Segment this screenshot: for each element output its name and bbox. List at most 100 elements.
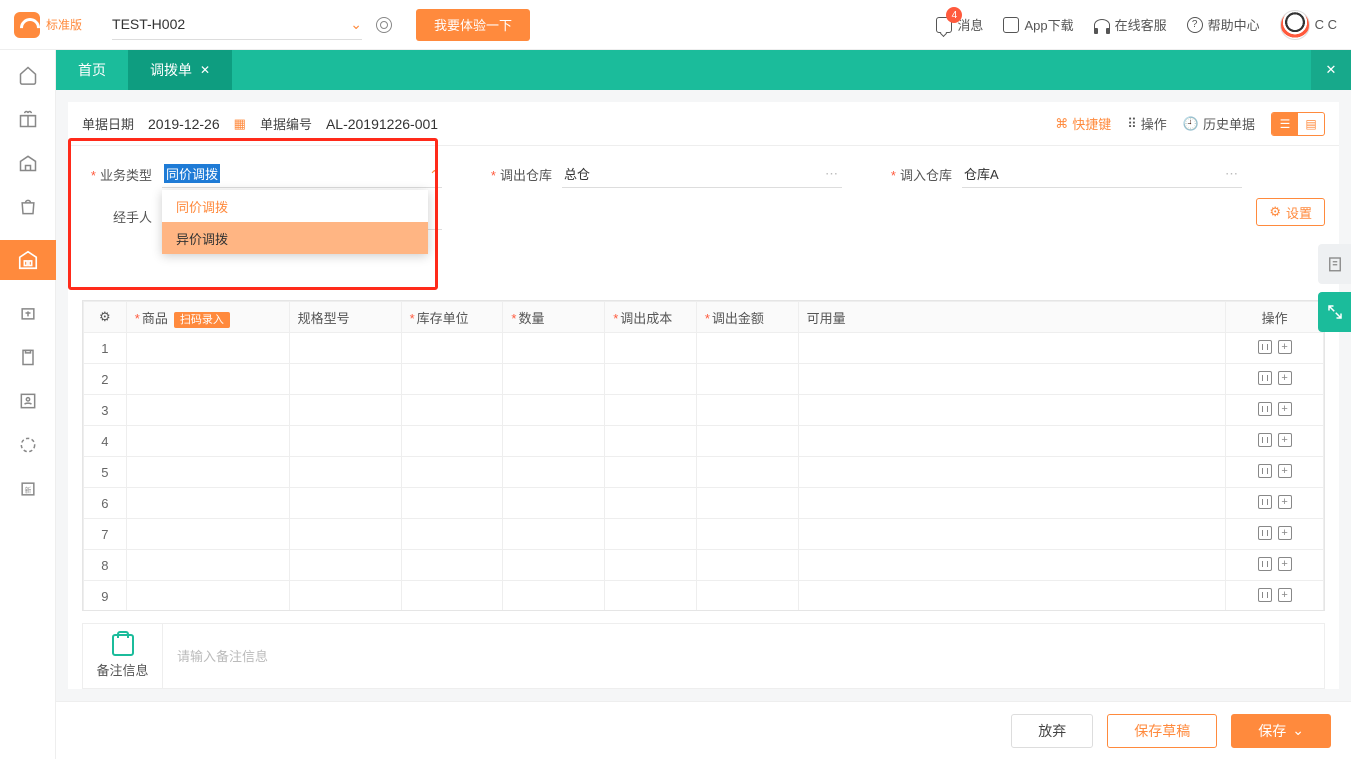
- delete-row-icon[interactable]: [1258, 495, 1272, 509]
- table-gear-header[interactable]: ⚙: [84, 302, 127, 333]
- biz-type-label: 业务类型: [82, 165, 152, 184]
- delete-row-icon[interactable]: [1258, 557, 1272, 571]
- delete-row-icon[interactable]: [1258, 433, 1272, 447]
- delete-row-icon[interactable]: [1258, 526, 1272, 540]
- row-number: 5: [84, 457, 127, 488]
- phone-icon: [1003, 17, 1019, 33]
- trial-button[interactable]: 我要体验一下: [416, 9, 530, 41]
- help-icon: ?: [1187, 17, 1203, 33]
- sidebar-money-icon[interactable]: [17, 302, 39, 324]
- float-tab-doc-icon[interactable]: [1318, 244, 1351, 284]
- table-row[interactable]: 7: [84, 519, 1324, 550]
- save-draft-button[interactable]: 保存草稿: [1107, 714, 1217, 748]
- doc-no-value: AL-20191226-001: [326, 116, 438, 132]
- right-float-tabs: [1318, 244, 1351, 332]
- delete-row-icon[interactable]: [1258, 464, 1272, 478]
- copy-row-icon[interactable]: [1278, 402, 1292, 416]
- calendar-icon[interactable]: ▦: [234, 116, 246, 132]
- top-right-links: 4 消息 App下载 在线客服 ? 帮助中心 C C: [936, 10, 1337, 40]
- user-name: C C: [1315, 17, 1337, 32]
- org-selector-value: TEST-H002: [112, 16, 185, 32]
- in-wh-label: 调入仓库: [882, 165, 952, 184]
- remark-input[interactable]: [163, 624, 1324, 688]
- dropdown-option-same-price[interactable]: 同价调拨: [162, 190, 428, 222]
- table-row[interactable]: 5: [84, 457, 1324, 488]
- sidebar-inventory-icon[interactable]: [0, 240, 56, 280]
- help-center-link[interactable]: ? 帮助中心: [1187, 15, 1260, 34]
- sidebar-home-icon[interactable]: [17, 64, 39, 86]
- row-op-cell: [1226, 426, 1324, 457]
- discard-button[interactable]: 放弃: [1011, 714, 1093, 748]
- sidebar-warehouse-icon[interactable]: [17, 152, 39, 174]
- copy-row-icon[interactable]: [1278, 588, 1292, 602]
- sidebar-clipboard-icon[interactable]: [17, 346, 39, 368]
- more-icon: ⋯: [1225, 166, 1240, 182]
- view-grid-icon[interactable]: ▤: [1298, 113, 1324, 135]
- doc-date-label: 单据日期: [82, 114, 134, 133]
- table-row[interactable]: 3: [84, 395, 1324, 426]
- out-wh-select[interactable]: 总仓 ⋯: [562, 160, 842, 188]
- delete-row-icon[interactable]: [1258, 340, 1272, 354]
- sidebar-bag-icon[interactable]: [17, 196, 39, 218]
- remark-panel: 备注信息: [82, 623, 1325, 689]
- save-button[interactable]: 保存 ⌄: [1231, 714, 1331, 748]
- scan-badge[interactable]: 扫码录入: [174, 312, 230, 328]
- tab-home-label: 首页: [78, 60, 106, 80]
- table-row[interactable]: 9: [84, 581, 1324, 612]
- sidebar-new-icon[interactable]: 新: [17, 478, 39, 500]
- table-row[interactable]: 8: [84, 550, 1324, 581]
- row-op-cell: [1226, 550, 1324, 581]
- copy-row-icon[interactable]: [1278, 371, 1292, 385]
- delete-row-icon[interactable]: [1258, 371, 1272, 385]
- sidebar-contact-icon[interactable]: [17, 390, 39, 412]
- gear-icon[interactable]: [376, 17, 392, 33]
- sidebar-loading-icon[interactable]: [17, 434, 39, 456]
- col-unit: 库存单位: [401, 302, 503, 333]
- view-list-icon[interactable]: ☰: [1272, 113, 1298, 135]
- table-row[interactable]: 4: [84, 426, 1324, 457]
- history-link[interactable]: 🕘 历史单据: [1183, 114, 1255, 133]
- settings-button[interactable]: ⚙ 设置: [1256, 198, 1325, 226]
- close-icon[interactable]: ✕: [200, 63, 210, 77]
- copy-row-icon[interactable]: [1278, 433, 1292, 447]
- row-op-cell: [1226, 519, 1324, 550]
- doc-date-value[interactable]: 2019-12-26: [148, 116, 220, 132]
- row-number: 6: [84, 488, 127, 519]
- copy-row-icon[interactable]: [1278, 526, 1292, 540]
- biz-type-dropdown: 同价调拨 异价调拨: [162, 190, 428, 254]
- note-icon: [112, 634, 134, 656]
- col-out-amount: 调出金额: [696, 302, 798, 333]
- tab-transfer-order[interactable]: 调拨单 ✕: [128, 50, 232, 90]
- delete-row-icon[interactable]: [1258, 402, 1272, 416]
- delete-row-icon[interactable]: [1258, 588, 1272, 602]
- copy-row-icon[interactable]: [1278, 340, 1292, 354]
- tab-home[interactable]: 首页: [56, 50, 128, 90]
- app-download-link[interactable]: App下载: [1003, 15, 1073, 34]
- biz-type-select[interactable]: 同价调拨 ⌄: [162, 160, 442, 188]
- close-all-tabs[interactable]: ✕: [1311, 50, 1351, 90]
- table-row[interactable]: 1: [84, 333, 1324, 364]
- content-area: 单据日期 2019-12-26 ▦ 单据编号 AL-20191226-001 ⌘…: [56, 90, 1351, 759]
- sidebar-gift-icon[interactable]: [17, 108, 39, 130]
- table-row[interactable]: 2: [84, 364, 1324, 395]
- copy-row-icon[interactable]: [1278, 464, 1292, 478]
- org-selector[interactable]: TEST-H002 ⌄: [112, 10, 362, 40]
- tabs-bar: 首页 调拨单 ✕ ✕: [56, 50, 1351, 90]
- copy-row-icon[interactable]: [1278, 557, 1292, 571]
- user-menu[interactable]: C C: [1280, 10, 1337, 40]
- table-header-row: ⚙ 商品扫码录入 规格型号 库存单位 数量 调出成本 调出金额 可用量 操作: [84, 302, 1324, 333]
- chevron-up-icon: ⌄: [429, 166, 440, 182]
- gear-icon: ⚙: [1269, 204, 1281, 220]
- out-wh-value: 总仓: [564, 164, 590, 183]
- messages-link[interactable]: 4 消息: [936, 15, 983, 34]
- online-service-link[interactable]: 在线客服: [1094, 15, 1167, 34]
- operation-link[interactable]: ⠿ 操作: [1127, 114, 1167, 133]
- copy-row-icon[interactable]: [1278, 495, 1292, 509]
- table-row[interactable]: 6: [84, 488, 1324, 519]
- row-number: 2: [84, 364, 127, 395]
- dropdown-option-diff-price[interactable]: 异价调拨: [162, 222, 428, 254]
- row-number: 4: [84, 426, 127, 457]
- in-wh-select[interactable]: 仓库A ⋯: [962, 160, 1242, 188]
- shortcut-link[interactable]: ⌘ 快捷键: [1055, 114, 1111, 133]
- float-tab-expand-icon[interactable]: [1318, 292, 1351, 332]
